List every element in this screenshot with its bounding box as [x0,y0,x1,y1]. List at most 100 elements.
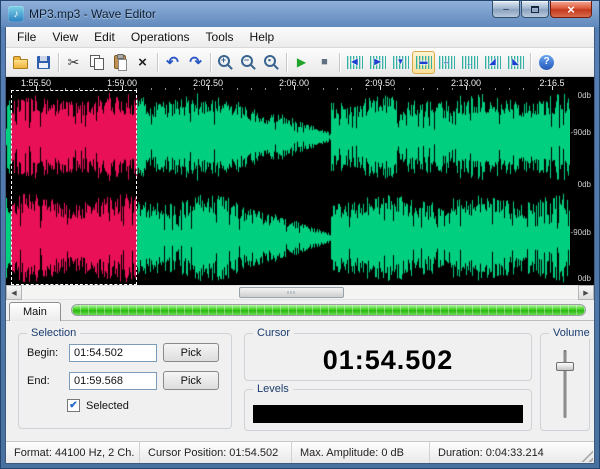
menu-tools[interactable]: Tools [198,28,242,46]
level-meter [253,405,523,423]
play-button[interactable]: ▶ [290,51,313,74]
db-label: 0db [577,274,591,283]
minimize-icon: – [503,3,509,15]
title-bar: ♪ MP3.mp3 - Wave Editor – × [5,1,595,27]
cut-button[interactable]: ✂ [62,51,85,74]
silence-selection-button[interactable]: _ [458,51,481,74]
tab-main[interactable]: Main [9,302,61,321]
delete-button[interactable]: × [131,51,154,74]
db-label: 0db [577,180,591,189]
scroll-left-icon: ◀ [11,289,17,297]
menu-file[interactable]: File [9,28,44,46]
cut-icon: ✂ [67,54,80,70]
toolbar-separator [157,52,158,72]
snap-selection-left-icon: ◀ [346,55,363,69]
scrollbar-track[interactable] [22,285,578,300]
stop-icon: ■ [321,55,328,68]
menu-operations[interactable]: Operations [123,28,198,46]
scroll-right-button[interactable]: ▶ [578,285,594,300]
status-item: Duration: 0:04:33.214 [438,446,544,459]
toolbar-separator [58,52,59,72]
progress-bar [70,304,586,316]
snap-selection-left-button[interactable]: ◀ [343,51,366,74]
horizontal-scrollbar[interactable]: ◀ ▶ [6,285,594,300]
trim-selection-icon: ↔ [438,55,455,69]
client-area: File View Edit Operations Tools Help ✂ × ↶ ↷ + − ▪ ▶… [5,27,595,464]
toolbar-separator [530,52,531,72]
status-item: Cursor Position: 01:54.502 [140,442,292,463]
menu-help[interactable]: Help [242,28,283,46]
zoom-in-button[interactable]: + [214,51,237,74]
cursor-position-value: 01:54.502 [322,345,454,375]
maximize-button[interactable] [521,1,549,18]
center-on-cursor-button[interactable]: ▼ [389,51,412,74]
zoom-out-button[interactable]: − [237,51,260,74]
window-title: MP3.mp3 - Wave Editor [29,7,156,21]
open-button[interactable] [9,51,32,74]
begin-pick-button[interactable]: Pick [163,343,219,362]
selection-group: Selection Begin: Pick End: Pick ✔ Select… [18,327,232,429]
volume-slider-thumb[interactable] [556,362,574,371]
trim-selection-button[interactable]: ↔ [435,51,458,74]
play-icon: ▶ [296,55,307,69]
undo-icon: ↶ [166,53,179,71]
paste-icon [113,54,127,71]
status-item: Max. Amplitude: 0 dB [292,442,430,463]
fade-out-icon: ◣ [507,55,524,69]
select-view-button[interactable]: ▬ [412,50,435,74]
cursor-group: Cursor 01:54.502 [244,327,532,381]
close-button[interactable]: × [550,1,592,18]
help-icon: ? [539,54,554,70]
app-icon-glyph: ♪ [13,8,19,20]
center-on-cursor-icon: ▼ [392,55,409,69]
fade-in-button[interactable]: ◢ [481,51,504,74]
scroll-left-button[interactable]: ◀ [6,285,22,300]
begin-label: Begin: [27,346,59,359]
open-icon [13,56,28,69]
toolbar-separator [210,52,211,72]
zoom-selection-button[interactable]: ▪ [260,51,283,74]
levels-group: Levels [244,383,532,431]
db-label: -90db [570,228,591,237]
menu-view[interactable]: View [44,28,86,46]
copy-button[interactable] [85,51,108,74]
snap-selection-right-button[interactable]: ▶ [366,51,389,74]
status-bar: Format: 44100 Hz, 2 Ch. Cursor Position: … [6,441,594,463]
db-label: 0db [577,91,591,100]
end-input[interactable] [69,371,157,390]
paste-button[interactable] [108,51,131,74]
window-controls: – × [492,1,592,18]
zoom-in-icon: + [217,54,230,67]
menu-edit[interactable]: Edit [86,28,123,46]
zoom-out-icon: − [240,54,253,67]
levels-group-label: Levels [253,383,293,395]
redo-button[interactable]: ↷ [184,51,207,74]
minimize-button[interactable]: – [492,1,520,18]
volume-slider-track[interactable] [563,350,567,418]
timeline-ruler[interactable]: 1:55.50 1:59.00 2:02.50 2:06.00 2:09.50 2:13.… [6,77,570,90]
silence-selection-icon: _ [461,55,478,69]
stop-button[interactable]: ■ [313,51,336,74]
maximize-icon [531,5,539,13]
snap-selection-right-icon: ▶ [369,55,386,69]
menu-bar: File View Edit Operations Tools Help [6,27,594,48]
redo-icon: ↷ [189,53,202,71]
selected-checkbox[interactable]: ✔ [67,399,80,412]
toolbar-separator [339,52,340,72]
help-button[interactable]: ? [534,51,557,74]
end-label: End: [27,374,50,387]
selection-overlay[interactable] [11,90,137,285]
begin-input[interactable] [69,343,157,362]
end-pick-button[interactable]: Pick [163,371,219,390]
undo-button[interactable]: ↶ [161,51,184,74]
waveform-panel: 1:55.50 1:59.00 2:02.50 2:06.00 2:09.50 2:13.… [6,77,594,285]
toolbar-separator [286,52,287,72]
save-icon [37,55,50,69]
select-view-icon: ▬ [415,55,432,69]
fade-in-icon: ◢ [484,55,501,69]
control-panel: Selection Begin: Pick End: Pick ✔ Select… [6,321,594,441]
db-scale: 0db -90db 0db -90db 0db [568,90,594,285]
save-button[interactable] [32,51,55,74]
scrollbar-thumb[interactable] [238,287,345,298]
fade-out-button[interactable]: ◣ [504,51,527,74]
